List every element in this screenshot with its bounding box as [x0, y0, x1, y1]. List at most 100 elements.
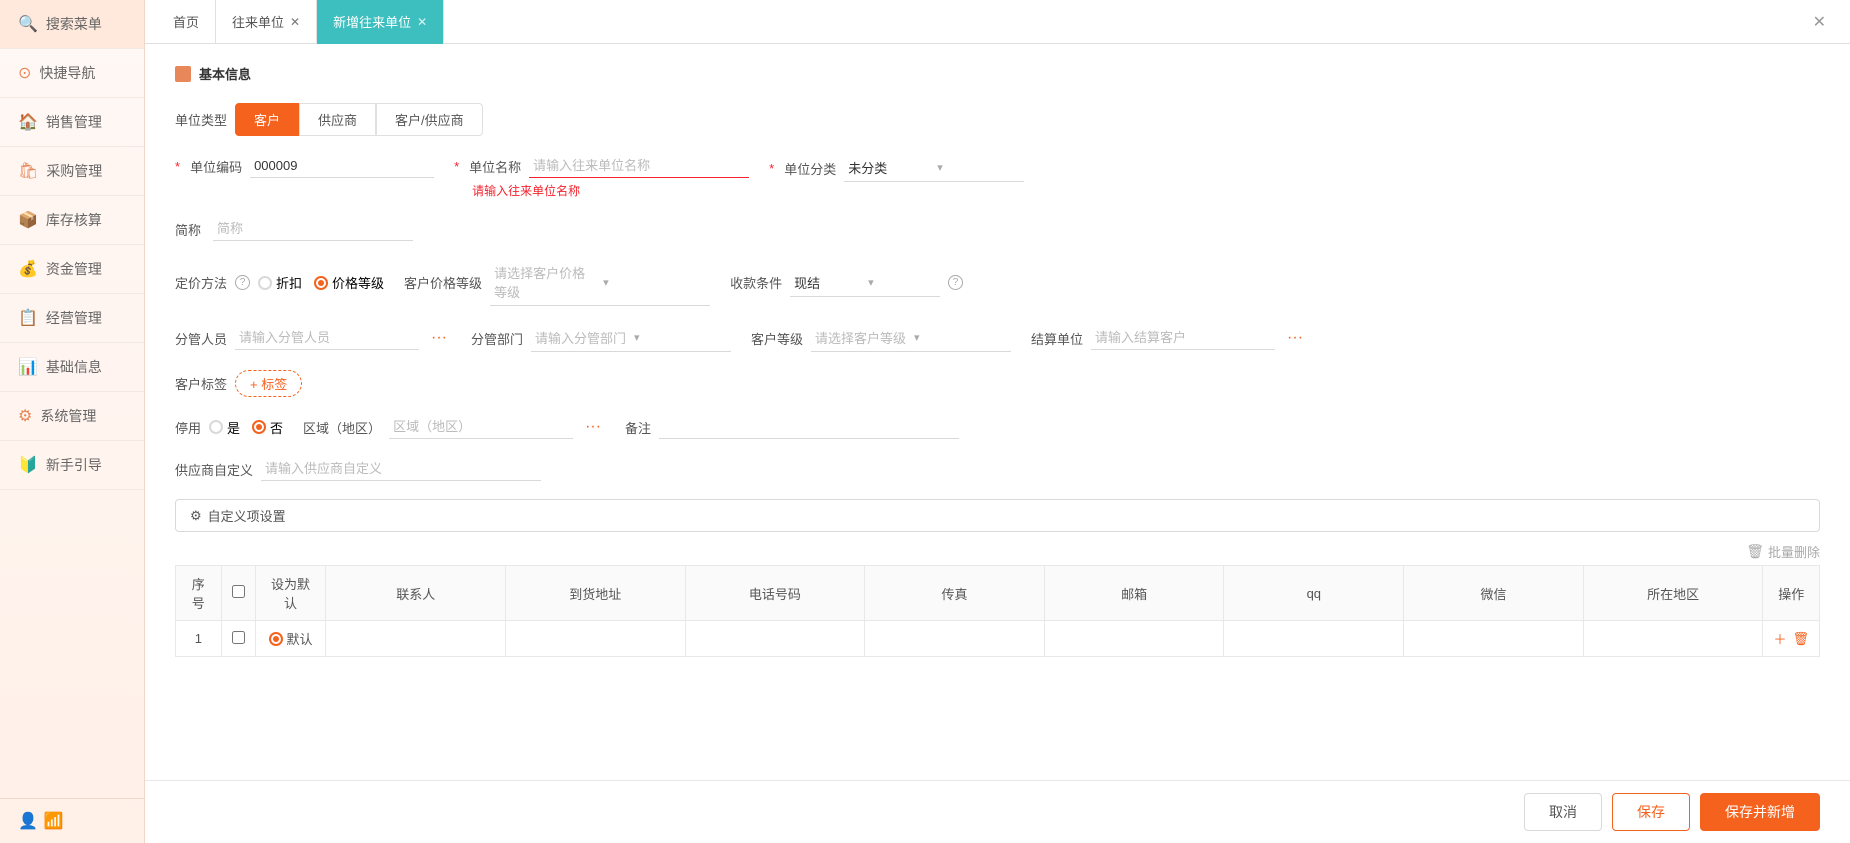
pricing-row: 定价方法 ? 折扣 价格等级 客户价格等级	[175, 259, 1820, 306]
cancel-button[interactable]: 取消	[1524, 793, 1602, 831]
sidebar-item-inventory-label: 库存核算	[46, 210, 102, 230]
department-select[interactable]: 请输入分管部门 ▾	[531, 324, 731, 352]
short-name-label: 简称	[175, 220, 205, 239]
inventory-icon: 📦	[18, 210, 38, 230]
unit-name-input[interactable]	[529, 154, 749, 178]
delete-row-icon[interactable]: 🗑	[1792, 631, 1809, 647]
cell-wechat	[1404, 621, 1584, 657]
sidebar-item-system-label: 系统管理	[40, 406, 96, 426]
custom-settings-label: 自定义项设置	[208, 506, 286, 525]
default-radio[interactable]: 默认	[266, 629, 316, 648]
unit-code-field: * 单位编码	[175, 154, 434, 178]
radio-discount[interactable]: 折扣	[258, 273, 302, 292]
sidebar-bottom: 👤 📶	[0, 798, 144, 843]
department-chevron-down-icon: ▾	[634, 331, 727, 344]
contact-input[interactable]	[336, 631, 495, 646]
email-input[interactable]	[1055, 631, 1214, 646]
tab-unit-list-close[interactable]: ✕	[290, 15, 300, 29]
sidebar-item-quick-nav[interactable]: ⊙ 快捷导航	[0, 49, 144, 98]
batch-delete-button[interactable]: 🗑 批量删除	[1746, 542, 1820, 561]
settlement-unit-input[interactable]	[1091, 326, 1275, 350]
remark-field: 备注	[625, 415, 959, 439]
tab-unit-new-close[interactable]: ✕	[417, 15, 427, 29]
radio-discount-circle	[258, 276, 272, 290]
tab-bar: 首页 往来单位 ✕ 新增往来单位 ✕ ✕	[145, 0, 1850, 44]
save-new-button[interactable]: 保存并新增	[1700, 793, 1820, 831]
radio-price-level[interactable]: 价格等级	[314, 273, 384, 292]
col-phone: 电话号码	[685, 566, 865, 621]
unit-code-input[interactable]	[250, 154, 434, 178]
unit-type-supplier-btn[interactable]: 供应商	[299, 103, 376, 136]
default-radio-circle	[269, 632, 283, 646]
supplier-custom-field: 供应商自定义	[175, 457, 541, 481]
sidebar-item-inventory[interactable]: 📦 库存核算	[0, 196, 144, 245]
region-more-icon[interactable]: ···	[581, 418, 605, 436]
purchase-icon: 🛍	[18, 161, 38, 181]
remark-input[interactable]	[659, 415, 959, 439]
table-row: 1 默认	[176, 621, 1820, 657]
customer-price-level-select[interactable]: 请选择客户价格等级 ▾	[490, 259, 710, 306]
sidebar-item-basic[interactable]: 📊 基础信息	[0, 343, 144, 392]
department-field: 分管部门 请输入分管部门 ▾	[471, 324, 731, 352]
unit-category-select[interactable]: 未分类 ▾	[844, 154, 1024, 182]
radio-no-circle	[252, 420, 266, 434]
tab-home[interactable]: 首页	[157, 0, 216, 44]
add-row-icon[interactable]: ＋	[1773, 629, 1786, 648]
qq-input[interactable]	[1234, 631, 1393, 646]
sidebar-item-operation[interactable]: 📋 经营管理	[0, 294, 144, 343]
manager-input[interactable]	[235, 326, 419, 350]
select-all-checkbox[interactable]	[232, 585, 245, 598]
save-button[interactable]: 保存	[1612, 793, 1690, 831]
trash-icon: 🗑	[1746, 543, 1764, 560]
sidebar-item-system[interactable]: ⚙ 系统管理	[0, 392, 144, 441]
short-name-input[interactable]	[213, 217, 413, 241]
settlement-unit-label: 结算单位	[1031, 329, 1083, 348]
settlement-more-icon[interactable]: ···	[1283, 329, 1307, 347]
sales-icon: 🏠	[18, 112, 38, 132]
cell-default: 默认	[255, 621, 326, 657]
fax-input[interactable]	[875, 631, 1034, 646]
payment-terms-select[interactable]: 现结 ▾	[790, 269, 940, 297]
cell-phone	[685, 621, 865, 657]
col-address: 到货地址	[506, 566, 686, 621]
region-field: 区域（地区） ···	[303, 415, 605, 439]
supplier-custom-input[interactable]	[261, 457, 541, 481]
radio-yes[interactable]: 是	[209, 418, 240, 437]
unit-type-both-btn[interactable]: 客户/供应商	[376, 103, 483, 136]
add-tag-button[interactable]: + 标签	[235, 370, 302, 397]
row-checkbox[interactable]	[232, 631, 245, 644]
region-label: 区域（地区）	[303, 418, 381, 437]
region-table-input[interactable]	[1594, 631, 1753, 646]
contacts-table: 序号 设为默认 联系人 到货地址 电话号码 传真 邮箱 qq 微信 所在地区 操…	[175, 565, 1820, 657]
customer-tag-label: 客户标签	[175, 374, 227, 393]
customer-level-select[interactable]: 请选择客户等级 ▾	[811, 324, 1011, 352]
radio-no[interactable]: 否	[252, 418, 283, 437]
sidebar-item-guide[interactable]: 🔰 新手引导	[0, 441, 144, 490]
unit-code-label: 单位编码	[190, 157, 242, 176]
customer-level-label: 客户等级	[751, 329, 803, 348]
payment-help-icon[interactable]: ?	[948, 275, 963, 290]
pricing-help-icon[interactable]: ?	[235, 275, 250, 290]
unit-type-customer-btn[interactable]: 客户	[235, 103, 299, 136]
manager-more-icon[interactable]: ···	[427, 329, 451, 347]
sidebar-item-purchase[interactable]: 🛍 采购管理	[0, 147, 144, 196]
sidebar-item-guide-label: 新手引导	[46, 455, 102, 475]
unit-name-label: 单位名称	[469, 157, 521, 176]
cell-contact	[326, 621, 506, 657]
form-section: 单位类型 客户 供应商 客户/供应商 * 单位编码 *	[175, 103, 1820, 667]
tab-unit-new[interactable]: 新增往来单位 ✕	[317, 0, 444, 44]
region-input[interactable]	[389, 415, 573, 439]
col-email: 邮箱	[1044, 566, 1224, 621]
window-close-button[interactable]: ✕	[1801, 12, 1838, 32]
tab-unit-list[interactable]: 往来单位 ✕	[216, 0, 317, 44]
custom-settings-button[interactable]: ⚙ 自定义项设置	[175, 499, 1820, 532]
sidebar-item-sales[interactable]: 🏠 销售管理	[0, 98, 144, 147]
sidebar: 🔍 搜索菜单 ⊙ 快捷导航 🏠 销售管理 🛍 采购管理 📦 库存核算 💰 资金管…	[0, 0, 145, 843]
sidebar-item-quick-nav-label: 快捷导航	[39, 63, 95, 83]
phone-input[interactable]	[696, 631, 855, 646]
sidebar-item-finance[interactable]: 💰 资金管理	[0, 245, 144, 294]
sidebar-item-search[interactable]: 🔍 搜索菜单	[0, 0, 144, 49]
address-input[interactable]	[516, 631, 675, 646]
wechat-input[interactable]	[1414, 631, 1573, 646]
unit-category-label: 单位分类	[784, 159, 836, 178]
